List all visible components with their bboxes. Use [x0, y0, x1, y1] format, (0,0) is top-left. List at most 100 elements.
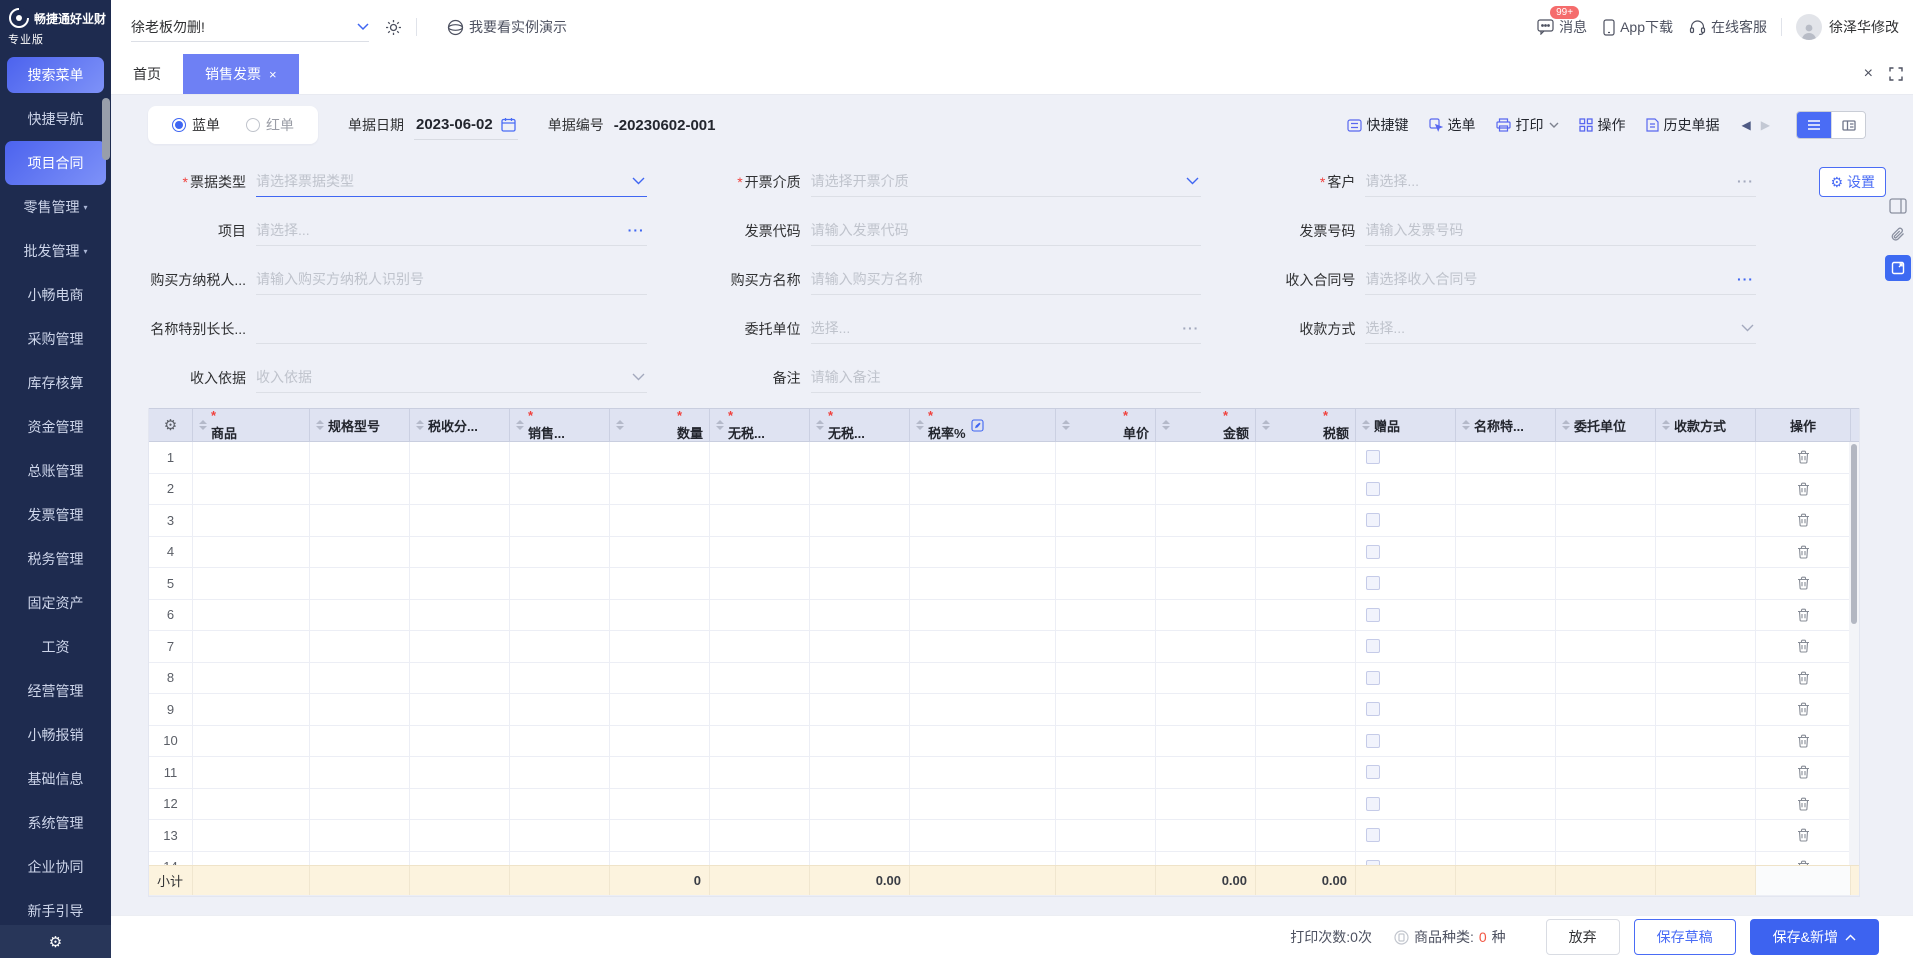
delete-row-button[interactable] [1797, 765, 1810, 779]
save-and-new-button[interactable]: 保存&新增 [1749, 919, 1879, 955]
cell-notax-a[interactable] [710, 788, 810, 819]
sort-icon[interactable] [1262, 420, 1270, 430]
cell-special-name[interactable] [1456, 599, 1556, 630]
cell-tax-category[interactable] [410, 820, 510, 851]
close-tab-icon[interactable]: × [269, 67, 277, 82]
bill-date-input[interactable]: 2023-06-02 [414, 110, 518, 140]
delete-row-button[interactable] [1797, 702, 1810, 716]
sort-icon[interactable] [1362, 420, 1370, 430]
cell-unit-price[interactable] [1056, 820, 1156, 851]
avatar[interactable] [1796, 14, 1822, 40]
cell-amount[interactable] [1156, 473, 1256, 504]
gift-checkbox[interactable] [1366, 481, 1380, 496]
table-settings-icon[interactable]: ⚙ [164, 418, 177, 433]
cell-notax-a[interactable] [710, 694, 810, 725]
sidebar-item[interactable]: 基础信息 [5, 757, 106, 801]
cell-tax-rate[interactable] [910, 568, 1056, 599]
ellipsis-button[interactable]: ··· [626, 223, 647, 237]
cell-special-name[interactable] [1456, 631, 1556, 662]
form-settings-button[interactable]: ⚙ 设置 [1819, 167, 1886, 197]
cell-entrust-unit[interactable] [1556, 788, 1656, 819]
gift-checkbox[interactable] [1366, 828, 1380, 843]
sort-icon[interactable] [199, 420, 207, 430]
cell-tax-category[interactable] [410, 536, 510, 567]
field-input[interactable]: 请输入购买方纳税人识别号 [256, 265, 647, 295]
cell-product[interactable] [193, 599, 310, 630]
panel-toggle-icon[interactable] [1889, 198, 1907, 214]
sort-icon[interactable] [716, 420, 724, 430]
column-header-entrust-unit[interactable]: 委托单位 [1556, 409, 1656, 441]
cell-quantity[interactable] [610, 536, 710, 567]
messages-button[interactable]: 99+ 消息 [1537, 5, 1587, 37]
cell-sales[interactable] [510, 851, 610, 865]
cell-tax-category[interactable] [410, 851, 510, 865]
cell-operation[interactable] [1756, 631, 1851, 662]
cell-entrust-unit[interactable] [1556, 505, 1656, 536]
gift-checkbox[interactable] [1366, 670, 1380, 685]
cell-special-name[interactable] [1456, 442, 1556, 473]
column-header-product[interactable]: * 商品 [193, 409, 310, 441]
cell-product[interactable] [193, 757, 310, 788]
column-header-operation[interactable]: 操作 [1756, 409, 1851, 441]
field-input[interactable]: 请选择... ··· [1365, 167, 1756, 197]
cell-payment-method[interactable] [1656, 757, 1756, 788]
cell-tax-category[interactable] [410, 788, 510, 819]
demo-link[interactable]: 我要看实例演示 [447, 17, 567, 37]
cell-unit-price[interactable] [1056, 568, 1156, 599]
cell-spec-model[interactable] [310, 631, 410, 662]
gift-checkbox[interactable] [1366, 765, 1380, 780]
sort-icon[interactable] [1562, 420, 1570, 430]
cell-payment-method[interactable] [1656, 473, 1756, 504]
cell-notax-b[interactable] [810, 820, 910, 851]
cell-operation[interactable] [1756, 662, 1851, 693]
cell-tax-rate[interactable] [910, 757, 1056, 788]
cell-quantity[interactable] [610, 851, 710, 865]
cell-tax-rate[interactable] [910, 599, 1056, 630]
cell-sales[interactable] [510, 757, 610, 788]
cell-gift[interactable] [1356, 820, 1456, 851]
cell-payment-method[interactable] [1656, 505, 1756, 536]
field-input[interactable]: 选择... ··· [810, 314, 1202, 344]
ellipsis-button[interactable]: ··· [1735, 272, 1756, 286]
sidebar-item[interactable]: 采购管理 [5, 317, 106, 361]
cell-tax-amount[interactable] [1256, 851, 1356, 865]
attachment-icon[interactable] [1890, 226, 1906, 243]
cell-quantity[interactable] [610, 662, 710, 693]
sidebar-item[interactable]: 零售管理 ▾ [5, 185, 106, 229]
cell-notax-b[interactable] [810, 536, 910, 567]
next-bill-icon[interactable]: ▶ [1761, 118, 1770, 132]
field-input[interactable]: 请输入购买方名称 [810, 265, 1202, 295]
search-menu-button[interactable]: 搜索菜单 [7, 57, 104, 93]
cell-entrust-unit[interactable] [1556, 662, 1656, 693]
cell-sales[interactable] [510, 820, 610, 851]
cell-operation[interactable] [1756, 820, 1851, 851]
column-header-gift[interactable]: 赠品 [1356, 409, 1456, 441]
cell-notax-b[interactable] [810, 851, 910, 865]
cell-tax-rate[interactable] [910, 851, 1056, 865]
table-scrollbar-thumb[interactable] [1851, 444, 1857, 624]
cell-notax-b[interactable] [810, 442, 910, 473]
cell-amount[interactable] [1156, 725, 1256, 756]
cell-amount[interactable] [1156, 788, 1256, 819]
cell-amount[interactable] [1156, 851, 1256, 865]
cell-tax-category[interactable] [410, 568, 510, 599]
cell-notax-b[interactable] [810, 694, 910, 725]
cell-product[interactable] [193, 536, 310, 567]
pick-order-button[interactable]: 选单 [1428, 115, 1476, 135]
delete-row-button[interactable] [1797, 608, 1810, 622]
cell-notax-b[interactable] [810, 631, 910, 662]
cell-spec-model[interactable] [310, 662, 410, 693]
cell-tax-amount[interactable] [1256, 820, 1356, 851]
column-header-tax-amount[interactable]: * 税额 [1256, 409, 1356, 441]
cell-operation[interactable] [1756, 757, 1851, 788]
cell-tax-amount[interactable] [1256, 568, 1356, 599]
cell-operation[interactable] [1756, 851, 1851, 865]
cell-gift[interactable] [1356, 442, 1456, 473]
cell-operation[interactable] [1756, 536, 1851, 567]
cell-gift[interactable] [1356, 568, 1456, 599]
cell-gift[interactable] [1356, 757, 1456, 788]
delete-row-button[interactable] [1797, 639, 1810, 653]
delete-row-button[interactable] [1797, 513, 1810, 527]
chevron-down-icon[interactable] [630, 177, 647, 185]
sort-icon[interactable] [1662, 420, 1670, 430]
